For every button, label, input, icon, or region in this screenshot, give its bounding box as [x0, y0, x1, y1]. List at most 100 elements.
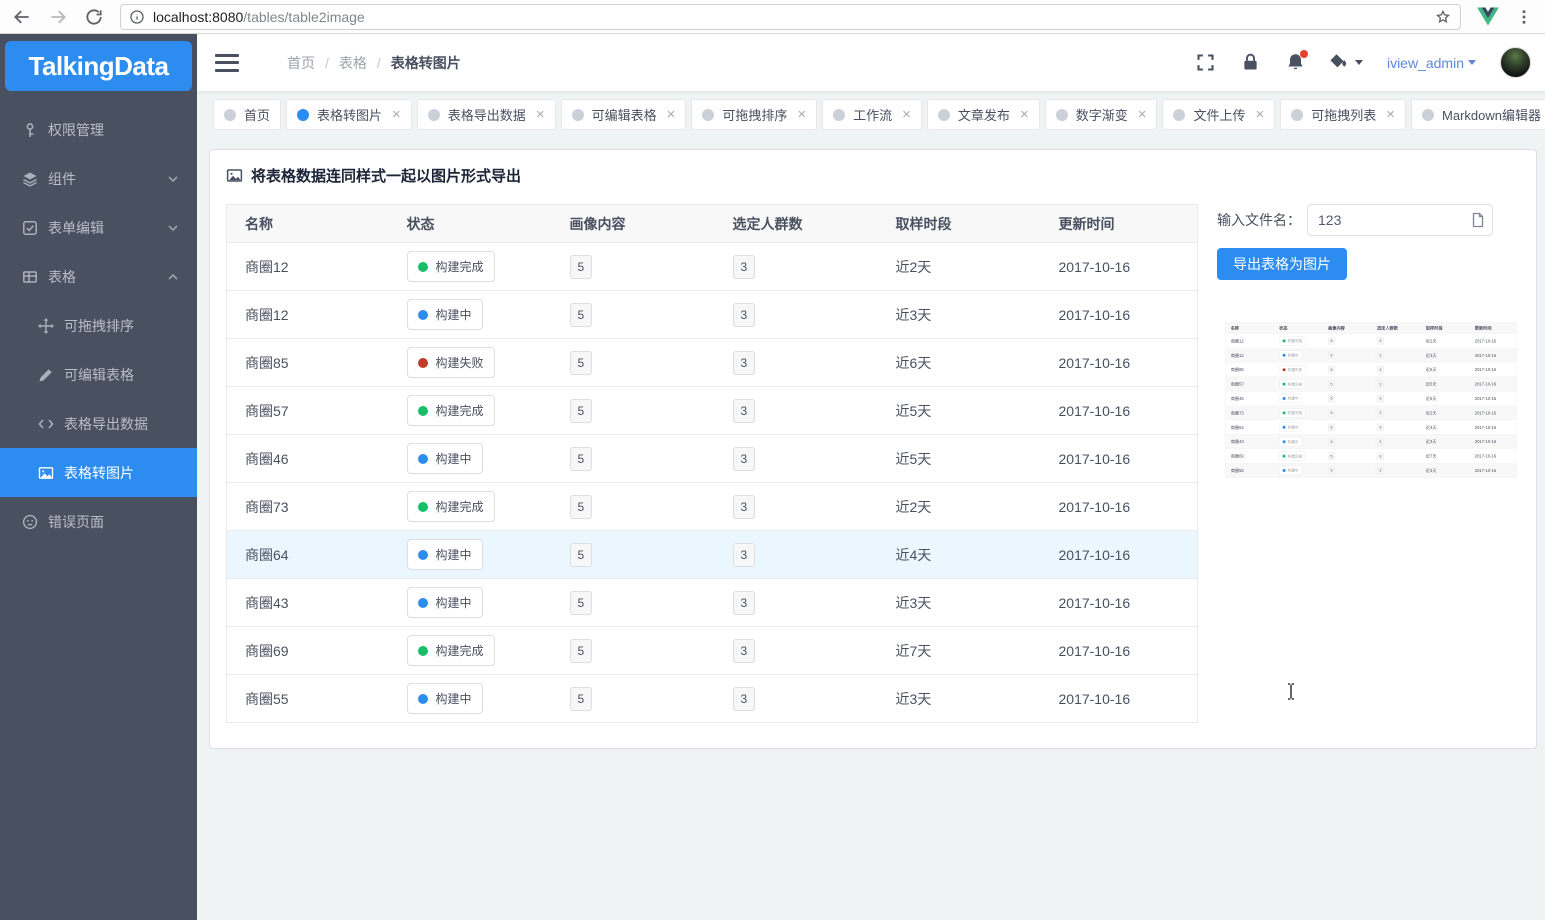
browser-menu-icon[interactable] [1515, 8, 1533, 26]
bookmark-star-icon[interactable] [1434, 8, 1452, 26]
tab-close-icon[interactable]: × [1138, 107, 1147, 122]
sidebar-item-table2image[interactable]: 表格转图片 [0, 448, 197, 497]
export-panel: 输入文件名： 导出表格为图片 名称 [1197, 204, 1525, 723]
tab-label: 首页 [244, 108, 271, 123]
tab-close-icon[interactable]: × [536, 107, 545, 122]
status-label: 构建中 [435, 308, 472, 322]
cell-status: 构建完成 [388, 482, 552, 531]
error-face-icon [22, 514, 38, 529]
col-header-update: 更新时间 [1040, 204, 1198, 243]
tab-close-icon[interactable]: × [1020, 107, 1029, 122]
sidebar-menu: 权限管理 组件 表单编辑 表格 可拖拽排序 可编辑表格 表格导出数据 表格转图片… [0, 105, 197, 546]
layers-icon [23, 172, 37, 187]
cell-period: 近7天 [877, 626, 1041, 675]
theme-switcher[interactable] [1330, 52, 1363, 73]
tab[interactable]: 文件上传 × [1162, 99, 1276, 130]
sidebar-item-tables[interactable]: 表格 [0, 252, 197, 301]
table-row: 商圈85 构建失败 5 3 近6天 2017-10-16 [226, 338, 1198, 387]
table2image-card: 将表格数据连同样式一起以图片形式导出 名称 状态 画像内容 选定人群数 取样时段… [209, 149, 1537, 749]
notification-badge [1299, 50, 1308, 58]
lock-icon[interactable] [1240, 52, 1261, 73]
people-count-box: 3 [732, 494, 756, 519]
document-icon [1472, 212, 1484, 228]
cell-period: 近3天 [877, 674, 1041, 723]
user-menu[interactable]: iview_admin [1387, 55, 1476, 71]
tab[interactable]: 数字渐变 × [1044, 99, 1158, 130]
sidebar-item-form-edit[interactable]: 表单编辑 [0, 203, 197, 252]
drag-sort-icon [38, 317, 54, 334]
cell-people: 3 [714, 674, 878, 723]
tab-close-icon[interactable]: × [667, 107, 676, 122]
cell-update: 2017-10-16 [1040, 482, 1198, 531]
people-count-box: 3 [732, 254, 756, 279]
tab-label: 文件上传 [1193, 108, 1246, 123]
notifications-bell-icon[interactable] [1285, 50, 1308, 73]
vue-devtools-icon[interactable] [1477, 7, 1499, 26]
sidebar-item-drag-sort[interactable]: 可拖拽排序 [0, 301, 197, 350]
cell-update: 2017-10-16 [1040, 626, 1198, 675]
cell-update: 2017-10-16 [1040, 578, 1198, 627]
status-badge: 构建中 [406, 443, 483, 474]
sidebar-item-table-export[interactable]: 表格导出数据 [0, 399, 197, 448]
page-info-icon[interactable] [129, 9, 145, 25]
tab-label: 工作流 [853, 108, 893, 123]
sidebar-item-label: 错误页面 [48, 513, 104, 530]
tab[interactable]: 首页 [213, 99, 282, 130]
data-table: 名称 状态 画像内容 选定人群数 取样时段 更新时间 商圈12 构建完成 5 3… [226, 204, 1198, 723]
sidebar-item-permissions[interactable]: 权限管理 [0, 105, 197, 154]
cell-portrait: 5 [551, 242, 715, 291]
tab[interactable]: 可编辑表格 × [560, 99, 687, 130]
tab-close-icon[interactable]: × [1256, 107, 1265, 122]
tab[interactable]: 表格转图片 × [286, 99, 412, 130]
cell-portrait: 5 [551, 482, 715, 531]
sidebar-item-editable-table[interactable]: 可编辑表格 [0, 350, 197, 399]
cell-period: 近3天 [877, 290, 1041, 339]
cell-status: 构建中 [388, 674, 552, 723]
tab[interactable]: 工作流 × [822, 99, 922, 130]
sidebar-item-components[interactable]: 组件 [0, 154, 197, 203]
export-table-button[interactable]: 导出表格为图片 [1217, 248, 1347, 280]
table-row: 商圈46 构建中 5 3 近5天 2017-10-16 [226, 434, 1198, 483]
back-icon[interactable] [12, 7, 32, 27]
tab-label: Markdown编辑器 [1442, 108, 1542, 123]
tab[interactable]: 文章发布 × [926, 99, 1040, 130]
tab[interactable]: 可拖拽列表 × [1280, 99, 1407, 130]
breadcrumb-home[interactable]: 首页 [287, 53, 315, 73]
status-dot-icon [417, 597, 428, 608]
tab-close-icon[interactable]: × [392, 107, 401, 122]
table-row: 商圈43 构建中 5 3 近3天 2017-10-16 [226, 578, 1198, 627]
cell-people: 3 [714, 530, 878, 579]
cell-status: 构建完成 [388, 626, 552, 675]
sidebar-toggle-icon[interactable] [215, 53, 239, 72]
filename-label: 输入文件名： [1217, 212, 1301, 228]
tab[interactable]: 可拖拽排序 × [691, 99, 818, 130]
cell-portrait: 5 [551, 434, 715, 483]
username: iview_admin [1386, 54, 1464, 71]
address-bar[interactable]: localhost:8080/tables/table2image [120, 3, 1461, 30]
tab[interactable]: 表格导出数据 × [416, 99, 556, 130]
tab[interactable]: Markdown编辑器 × [1411, 99, 1545, 130]
breadcrumb-separator: / [376, 54, 381, 71]
cell-update: 2017-10-16 [1040, 530, 1198, 579]
tab-close-icon[interactable]: × [797, 107, 806, 122]
tab-dot-icon [1422, 108, 1435, 121]
breadcrumb-tables[interactable]: 表格 [339, 53, 367, 73]
filename-input[interactable] [1307, 204, 1493, 236]
status-label: 构建完成 [435, 260, 484, 274]
tab-label: 文章发布 [957, 108, 1010, 123]
forward-icon[interactable] [48, 7, 68, 27]
tab-close-icon[interactable]: × [902, 107, 911, 122]
key-icon [26, 122, 34, 137]
status-dot-icon [417, 645, 428, 656]
portrait-count-box: 5 [569, 494, 593, 519]
fullscreen-icon[interactable] [1195, 52, 1216, 73]
status-badge: 构建中 [406, 587, 483, 618]
refresh-icon[interactable] [84, 7, 104, 27]
portrait-count-box: 5 [569, 638, 593, 663]
avatar[interactable] [1500, 47, 1531, 78]
tab-close-icon[interactable]: × [1386, 107, 1395, 122]
status-dot-icon [417, 309, 428, 320]
sidebar-item-error-pages[interactable]: 错误页面 [0, 497, 197, 546]
cell-update: 2017-10-16 [1040, 338, 1198, 387]
cell-period: 近2天 [877, 242, 1041, 291]
